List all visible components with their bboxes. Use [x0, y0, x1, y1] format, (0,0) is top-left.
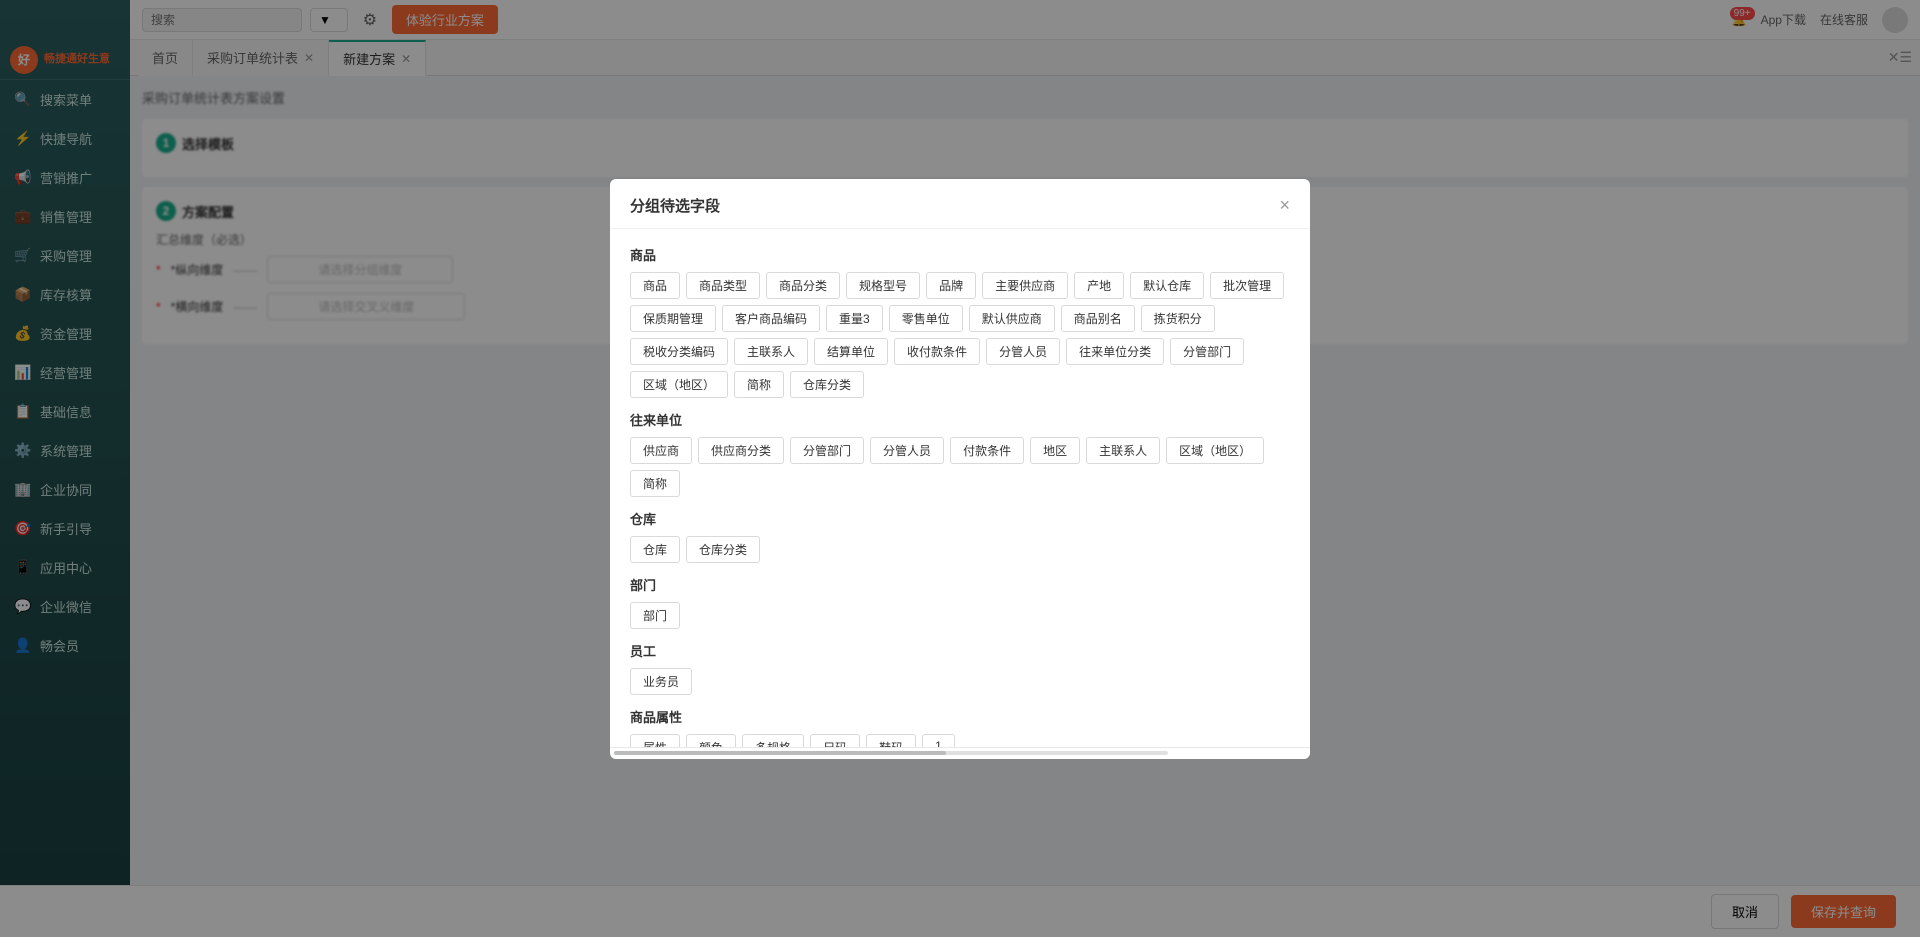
- section-fields-partner: 供应商供应商分类分管部门分管人员付款条件地区主联系人区域（地区） 简称: [630, 437, 1290, 497]
- section-title-department: 部门: [630, 575, 1290, 594]
- section-title-employee: 员工: [630, 641, 1290, 660]
- field-tag-partner-4[interactable]: 付款条件: [950, 437, 1024, 464]
- field-tag-product_attr-0[interactable]: 属性: [630, 734, 680, 748]
- field-tag-goods-0[interactable]: 商品: [630, 272, 680, 299]
- field-tag-goods-3[interactable]: 规格型号: [846, 272, 920, 299]
- field-tag-partner-7[interactable]: 区域（地区）: [1166, 437, 1264, 464]
- field-tag-goods-16[interactable]: 税收分类编码: [630, 338, 728, 365]
- field-tag-product_attr-1[interactable]: 颜色: [686, 734, 736, 748]
- section-fields-department: 部门: [630, 602, 1290, 629]
- section-title-partner: 往来单位: [630, 410, 1290, 429]
- field-tag-partner-1[interactable]: 供应商分类: [698, 437, 784, 464]
- field-tag-goods-1[interactable]: 商品类型: [686, 272, 760, 299]
- field-tag-goods-8[interactable]: 批次管理: [1210, 272, 1284, 299]
- field-tag-product_attr-4[interactable]: 鞋码: [866, 734, 916, 748]
- field-tag-goods-22[interactable]: 分管部门: [1170, 338, 1244, 365]
- field-tag-goods-20[interactable]: 分管人员: [986, 338, 1060, 365]
- field-tag-goods-4[interactable]: 品牌: [926, 272, 976, 299]
- section-fields-goods: 商品商品类型商品分类规格型号品牌主要供应商产地默认仓库批次管理保质期管理客户商品…: [630, 272, 1290, 398]
- field-tag-partner-0[interactable]: 供应商: [630, 437, 692, 464]
- field-tag-partner-6[interactable]: 主联系人: [1086, 437, 1160, 464]
- field-tag-goods-13[interactable]: 默认供应商: [969, 305, 1055, 332]
- field-tag-goods-23[interactable]: 区域（地区）: [630, 371, 728, 398]
- field-tag-goods-11[interactable]: 重量3: [826, 305, 883, 332]
- modal-body[interactable]: 商品商品商品类型商品分类规格型号品牌主要供应商产地默认仓库批次管理保质期管理客户…: [610, 229, 1310, 748]
- field-tag-goods-7[interactable]: 默认仓库: [1130, 272, 1204, 299]
- field-tag-partner-2[interactable]: 分管部门: [790, 437, 864, 464]
- field-tag-goods-21[interactable]: 往来单位分类: [1066, 338, 1164, 365]
- modal-title: 分组待选字段: [630, 195, 720, 216]
- modal-overlay: 分组待选字段 × 商品商品商品类型商品分类规格型号品牌主要供应商产地默认仓库批次…: [0, 0, 1920, 937]
- section-fields-employee: 业务员: [630, 668, 1290, 695]
- field-tag-partner-5[interactable]: 地区: [1030, 437, 1080, 464]
- field-tag-partner-3[interactable]: 分管人员: [870, 437, 944, 464]
- field-tag-goods-5[interactable]: 主要供应商: [982, 272, 1068, 299]
- section-fields-product_attr: 属性颜色多规格尺码鞋码 1: [630, 734, 1290, 748]
- field-tag-goods-15[interactable]: 拣货积分: [1141, 305, 1215, 332]
- field-tag-department-0[interactable]: 部门: [630, 602, 680, 629]
- field-tag-goods-9[interactable]: 保质期管理: [630, 305, 716, 332]
- field-tag-warehouse-1[interactable]: 仓库分类: [686, 536, 760, 563]
- field-tag-goods-19[interactable]: 收付款条件: [894, 338, 980, 365]
- section-title-warehouse: 仓库: [630, 509, 1290, 528]
- field-tag-goods-14[interactable]: 商品别名: [1061, 305, 1135, 332]
- field-tag-warehouse-0[interactable]: 仓库: [630, 536, 680, 563]
- field-tag-goods-24[interactable]: 简称: [734, 371, 784, 398]
- field-tag-goods-10[interactable]: 客户商品编码: [722, 305, 820, 332]
- section-fields-warehouse: 仓库仓库分类: [630, 536, 1290, 563]
- modal-header: 分组待选字段 ×: [610, 179, 1310, 229]
- modal-hscrollbar[interactable]: [610, 747, 1310, 758]
- field-tag-goods-25[interactable]: 仓库分类: [790, 371, 864, 398]
- field-tag-product_attr-5[interactable]: 1: [922, 734, 955, 748]
- field-tag-product_attr-2[interactable]: 多规格: [742, 734, 804, 748]
- section-title-product_attr: 商品属性: [630, 707, 1290, 726]
- field-tag-partner-8[interactable]: 简称: [630, 470, 680, 497]
- field-tag-goods-2[interactable]: 商品分类: [766, 272, 840, 299]
- section-title-goods: 商品: [630, 245, 1290, 264]
- field-tag-goods-12[interactable]: 零售单位: [889, 305, 963, 332]
- field-tag-product_attr-3[interactable]: 尺码: [810, 734, 860, 748]
- field-tag-goods-18[interactable]: 结算单位: [814, 338, 888, 365]
- field-tag-goods-17[interactable]: 主联系人: [734, 338, 808, 365]
- modal-dialog: 分组待选字段 × 商品商品商品类型商品分类规格型号品牌主要供应商产地默认仓库批次…: [610, 179, 1310, 759]
- modal-close-button[interactable]: ×: [1279, 195, 1290, 216]
- field-tag-employee-0[interactable]: 业务员: [630, 668, 692, 695]
- field-tag-goods-6[interactable]: 产地: [1074, 272, 1124, 299]
